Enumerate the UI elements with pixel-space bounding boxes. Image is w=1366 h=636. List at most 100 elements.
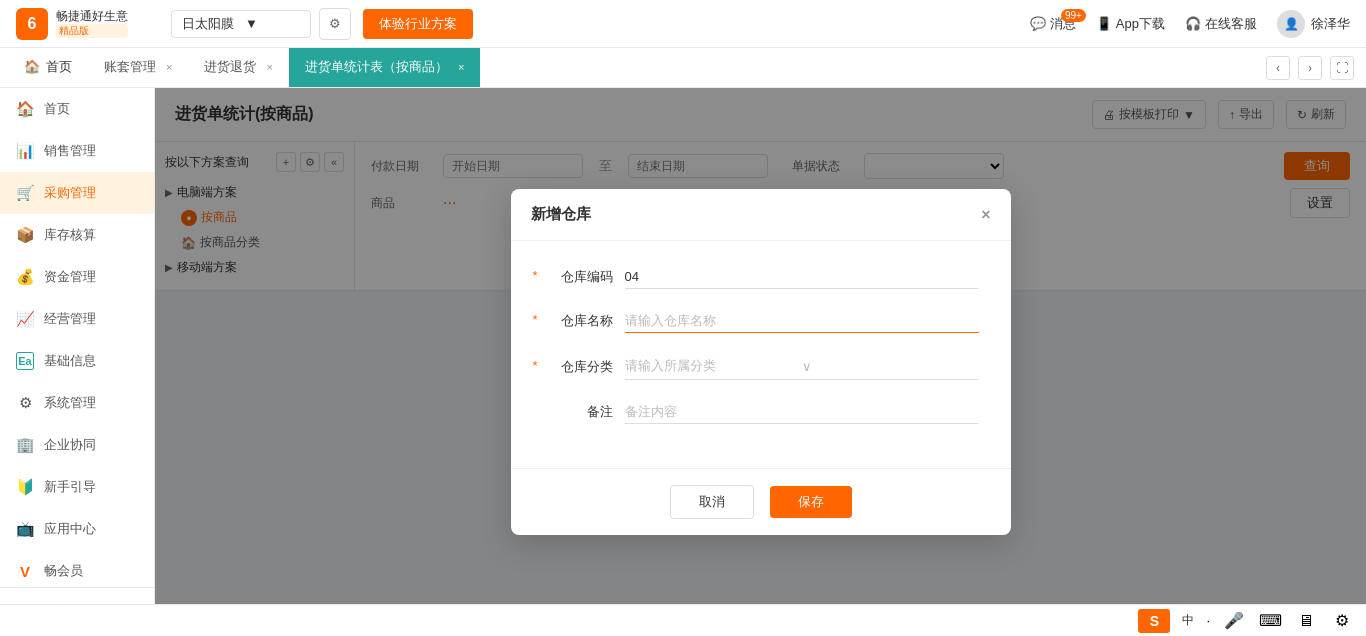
category-label: 仓库分类 [543,358,613,376]
sidebar-item-stock-label: 库存核算 [44,226,96,244]
modal-title: 新增仓库 [531,205,591,224]
tab-home-label: 首页 [46,58,72,76]
brand-name: 畅捷通好生意 [56,9,128,25]
modal-close-button[interactable]: × [981,207,990,223]
tab-accounts-label: 账套管理 [104,58,156,76]
store-name: 日太阳膜 [182,15,237,33]
tab-fullscreen-button[interactable]: ⛶ [1330,56,1354,80]
monitor-icon[interactable]: 🖥 [1294,609,1318,633]
user-name: 徐泽华 [1311,15,1350,33]
sidebar-item-purchase[interactable]: 🛒 采购管理 [0,172,154,214]
sidebar-item-vip-label: 畅会员 [44,562,83,580]
name-input[interactable] [625,309,979,333]
brand-badge: 精品版 [56,24,128,38]
tab-accounts-close[interactable]: × [166,61,172,73]
modal-overlay[interactable]: 新增仓库 × 仓库编码 仓库名称 仓库分类 请输入所属分 [155,88,1366,636]
sidebar-item-system[interactable]: ⚙ 系统管理 [0,382,154,424]
sidebar-item-purchase-label: 采购管理 [44,184,96,202]
settings-button[interactable]: ⚙ [319,8,351,40]
online-service-label: 在线客服 [1205,15,1257,33]
sidebar-item-finance[interactable]: 💰 资金管理 [0,256,154,298]
tab-purchase-stats[interactable]: 进货单统计表（按商品） × [289,48,480,87]
category-select[interactable]: 请输入所属分类 ∨ [625,353,979,380]
sidebar-item-guide[interactable]: 🔰 新手引导 [0,466,154,508]
system-icon: ⚙ [16,394,34,412]
sidebar-item-home[interactable]: 🏠 首页 [0,88,154,130]
category-dropdown-arrow: ∨ [802,359,979,374]
form-row-note: 备注 [543,400,979,424]
tab-next-button[interactable]: › [1298,56,1322,80]
online-service-item[interactable]: 🎧 在线客服 [1185,15,1257,33]
vip-icon: V [16,562,34,580]
category-placeholder: 请输入所属分类 [625,357,802,375]
apps-icon: 📺 [16,520,34,538]
tab-purchase-return-close[interactable]: × [266,61,272,73]
sales-icon: 📊 [16,142,34,160]
mic-icon[interactable]: 🎤 [1222,609,1246,633]
purchase-icon: 🛒 [16,184,34,202]
code-input[interactable] [625,265,979,289]
modal-new-warehouse: 新增仓库 × 仓库编码 仓库名称 仓库分类 请输入所属分 [511,189,1011,535]
form-row-code: 仓库编码 [543,265,979,289]
zh-input-btn[interactable]: 中 [1182,612,1194,629]
sidebar-item-stock[interactable]: 📦 库存核算 [0,214,154,256]
bottom-settings-icon[interactable]: ⚙ [1330,609,1354,633]
sidebar-item-operation-label: 经营管理 [44,310,96,328]
bottom-bar: S 中 · 🎤 ⌨ 🖥 ⚙ [0,604,1366,636]
stock-icon: 📦 [16,226,34,244]
tab-bar: 🏠 首页 账套管理 × 进货退货 × 进货单统计表（按商品） × ‹ › ⛶ [0,48,1366,88]
sidebar-item-apps[interactable]: 📺 应用中心 [0,508,154,550]
modal-body: 仓库编码 仓库名称 仓库分类 请输入所属分类 ∨ [511,241,1011,468]
sidebar-item-vip[interactable]: V 畅会员 [0,550,154,592]
finance-icon: 💰 [16,268,34,286]
tab-accounts[interactable]: 账套管理 × [88,48,188,87]
note-label: 备注 [543,403,613,421]
form-row-name: 仓库名称 [543,309,979,333]
home-icon: 🏠 [24,59,40,74]
note-input[interactable] [625,400,979,424]
tab-purchase-stats-close[interactable]: × [458,61,464,73]
sidebar-item-sales[interactable]: 📊 销售管理 [0,130,154,172]
sidebar-item-operation[interactable]: 📈 经营管理 [0,298,154,340]
app-download-label: App下载 [1116,15,1165,33]
top-header: 6 畅捷通好生意 精品版 日太阳膜 ▼ ⚙ 体验行业方案 💬 消息 99+ 📱 … [0,0,1366,48]
trial-button[interactable]: 体验行业方案 [363,9,473,39]
sidebar-item-basic-label: 基础信息 [44,352,96,370]
sidebar-item-enterprise[interactable]: 🏢 企业协同 [0,424,154,466]
headset-icon: 🎧 [1185,16,1201,31]
phone-icon: 📱 [1096,16,1112,31]
modal-header: 新增仓库 × [511,189,1011,241]
basic-icon: Ea [16,352,34,370]
message-item[interactable]: 💬 消息 99+ [1030,15,1076,33]
main-layout: 🏠 首页 📊 销售管理 🛒 采购管理 📦 库存核算 💰 资金管理 📈 经营管理 … [0,88,1366,636]
dot-separator: · [1206,613,1210,628]
logo-area: 6 畅捷通好生意 精品版 [16,8,171,40]
app-download-item[interactable]: 📱 App下载 [1096,15,1165,33]
sidebar-item-finance-label: 资金管理 [44,268,96,286]
sidebar-item-enterprise-label: 企业协同 [44,436,96,454]
sidebar-item-apps-label: 应用中心 [44,520,96,538]
gear-icon: ⚙ [329,16,341,31]
home-icon: 🏠 [16,100,34,118]
store-dropdown-arrow: ▼ [245,16,300,31]
tab-bar-right: ‹ › ⛶ [1266,48,1358,87]
guide-icon: 🔰 [16,478,34,496]
content-area: 进货单统计(按商品) 🖨 按模板打印 ▼ ↑ 导出 ↻ 刷新 [155,88,1366,636]
header-right: 💬 消息 99+ 📱 App下载 🎧 在线客服 👤 徐泽华 [1030,10,1350,38]
save-button[interactable]: 保存 [770,486,852,518]
code-label: 仓库编码 [543,268,613,286]
user-area[interactable]: 👤 徐泽华 [1277,10,1350,38]
cancel-button[interactable]: 取消 [670,485,754,519]
tab-purchase-return[interactable]: 进货退货 × [188,48,288,87]
form-row-category: 仓库分类 请输入所属分类 ∨ [543,353,979,380]
user-avatar: 👤 [1277,10,1305,38]
tab-prev-button[interactable]: ‹ [1266,56,1290,80]
message-badge: 99+ [1061,9,1086,22]
store-selector[interactable]: 日太阳膜 ▼ [171,10,311,38]
sidebar-item-basic[interactable]: Ea 基础信息 [0,340,154,382]
tab-home[interactable]: 🏠 首页 [8,48,88,87]
keyboard-icon[interactable]: ⌨ [1258,609,1282,633]
brand-info: 畅捷通好生意 精品版 [56,9,128,39]
operation-icon: 📈 [16,310,34,328]
message-icon: 💬 [1030,16,1046,31]
